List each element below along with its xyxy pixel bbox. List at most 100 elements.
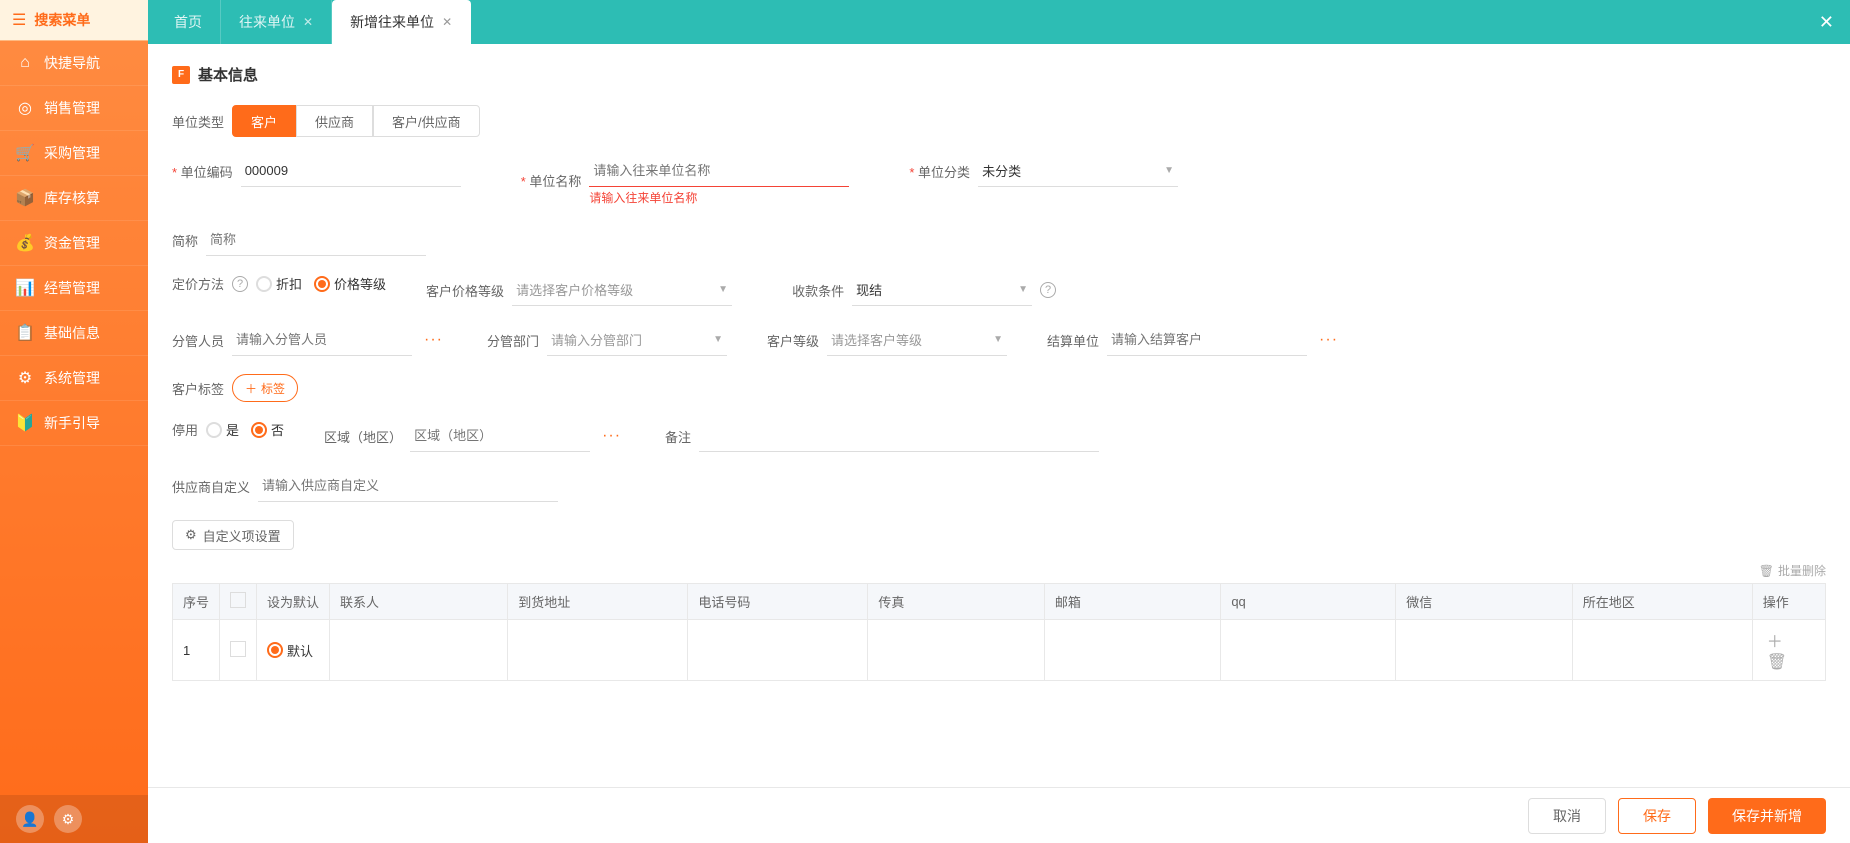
sidebar-search-label: 搜索菜单 (34, 10, 90, 30)
window-close-icon[interactable]: ✕ (1811, 12, 1842, 33)
cell-wechat[interactable] (1396, 620, 1572, 681)
phone-input[interactable] (698, 643, 857, 658)
add-tag-icon: ＋ (245, 380, 257, 397)
custom-settings-button[interactable]: ⚙ 自定义项设置 (172, 520, 294, 550)
inventory-icon: 📦 (16, 189, 34, 207)
cell-address[interactable] (508, 620, 688, 681)
save-new-button[interactable]: 保存并新增 (1708, 798, 1826, 834)
cancel-button[interactable]: 取消 (1528, 798, 1606, 834)
batch-delete-area[interactable]: 🗑 批量删除 (172, 562, 1826, 579)
manager-group: 分管人员 ··· (172, 324, 447, 356)
sidebar-item-label: 新手引导 (44, 413, 100, 433)
radio-discount[interactable]: 折扣 (256, 274, 302, 293)
qq-input[interactable] (1231, 643, 1385, 658)
email-input[interactable] (1055, 643, 1210, 658)
pricing-radio-group: 折扣 价格等级 (256, 274, 386, 293)
region-cell-input[interactable] (1583, 643, 1742, 658)
delete-row-button[interactable]: 🗑 (1763, 652, 1791, 672)
pricing-help-icon[interactable]: ? (232, 276, 248, 292)
sidebar-item-purchase[interactable]: 🛒 采购管理 (0, 131, 148, 176)
tab-new-partner-close[interactable]: ✕ (442, 15, 452, 29)
payment-value: 现结 (856, 280, 882, 299)
radio-price-level[interactable]: 价格等级 (314, 274, 386, 293)
dept-select[interactable]: 请输入分管部门 ▼ (547, 324, 727, 356)
sidebar-item-guide[interactable]: 🔰 新手引导 (0, 401, 148, 446)
radio-price-level-dot (314, 276, 330, 292)
default-radio[interactable]: 默认 (267, 641, 319, 660)
save-button[interactable]: 保存 (1618, 798, 1696, 834)
fax-input[interactable] (878, 643, 1033, 658)
col-checkbox-all[interactable] (220, 584, 257, 620)
sidebar-item-operations[interactable]: 📊 经营管理 (0, 266, 148, 311)
cell-qq[interactable] (1221, 620, 1396, 681)
radio-yes[interactable]: 是 (206, 420, 239, 439)
sidebar-item-system[interactable]: ⚙ 系统管理 (0, 356, 148, 401)
row-checkbox[interactable] (230, 641, 246, 657)
tab-home[interactable]: 首页 (156, 0, 221, 44)
tab-partners[interactable]: 往来单位 ✕ (221, 0, 332, 44)
checkbox-all[interactable] (230, 592, 246, 608)
sidebar-item-basic-info[interactable]: 📋 基础信息 (0, 311, 148, 356)
customer-price-placeholder: 请选择客户价格等级 (516, 280, 633, 299)
unit-category-select[interactable]: 未分类 ▼ (978, 155, 1178, 187)
settlement-input[interactable] (1107, 324, 1307, 356)
type-btn-supplier[interactable]: 供应商 (296, 105, 373, 137)
unit-name-wrapper: 请输入往来单位名称 (589, 155, 849, 206)
settlement-more-icon[interactable]: ··· (1315, 331, 1342, 349)
disable-radio-group: 是 否 (206, 420, 284, 439)
wechat-input[interactable] (1406, 643, 1561, 658)
contact-input[interactable] (340, 643, 497, 658)
cell-email[interactable] (1044, 620, 1220, 681)
address-input[interactable] (518, 643, 677, 658)
sidebar-avatar[interactable]: 👤 (16, 805, 44, 833)
unit-code-input[interactable] (241, 155, 461, 187)
unit-info-row: 单位编码 单位名称 请输入往来单位名称 单位分类 未分类 ▼ (172, 155, 1826, 206)
unit-name-input[interactable] (589, 155, 849, 187)
sidebar-item-finance[interactable]: 💰 资金管理 (0, 221, 148, 266)
supplier-custom-input[interactable] (258, 470, 558, 502)
add-tag-button[interactable]: ＋ 标签 (232, 374, 298, 402)
radio-no[interactable]: 否 (251, 420, 284, 439)
cell-fax[interactable] (868, 620, 1044, 681)
sidebar-search[interactable]: ☰ 搜索菜单 (0, 0, 148, 41)
contacts-table-wrapper: 序号 设为默认 联系人 到货地址 电话号码 传真 邮箱 qq 微信 所在地区 操… (172, 583, 1826, 681)
manager-label: 分管人员 (172, 331, 224, 350)
payment-help-icon[interactable]: ? (1040, 282, 1056, 298)
remark-group: 备注 (665, 420, 1099, 452)
add-row-button[interactable]: ＋ (1763, 628, 1787, 652)
cell-phone[interactable] (688, 620, 868, 681)
cell-checkbox[interactable] (220, 620, 257, 681)
basic-info-icon: 📋 (16, 324, 34, 342)
tab-partners-close[interactable]: ✕ (303, 15, 313, 29)
section-title: F 基本信息 (172, 64, 1826, 85)
customer-price-select[interactable]: 请选择客户价格等级 ▼ (512, 274, 732, 306)
sidebar-settings-icon[interactable]: ⚙ (54, 805, 82, 833)
dept-group: 分管部门 请输入分管部门 ▼ (487, 324, 727, 356)
region-input[interactable] (410, 420, 590, 452)
cell-region[interactable] (1572, 620, 1752, 681)
manager-more-icon[interactable]: ··· (420, 331, 447, 349)
dept-label: 分管部门 (487, 331, 539, 350)
tag-label: 客户标签 (172, 379, 224, 398)
type-btn-customer[interactable]: 客户 (232, 105, 296, 137)
tab-new-partner[interactable]: 新增往来单位 ✕ (332, 0, 471, 44)
system-icon: ⚙ (16, 369, 34, 387)
manager-input[interactable] (232, 324, 412, 356)
unit-name-label: 单位名称 (521, 171, 582, 190)
customer-level-label: 客户等级 (767, 331, 819, 350)
type-btn-both[interactable]: 客户/供应商 (373, 105, 480, 137)
sidebar-item-inventory[interactable]: 📦 库存核算 (0, 176, 148, 221)
sidebar-item-sales[interactable]: ◎ 销售管理 (0, 86, 148, 131)
unit-name-group: 单位名称 请输入往来单位名称 (521, 155, 850, 206)
col-qq: qq (1221, 584, 1396, 620)
region-more-icon[interactable]: ··· (598, 427, 625, 445)
add-tag-label: 标签 (261, 380, 285, 397)
customer-level-select[interactable]: 请选择客户等级 ▼ (827, 324, 1007, 356)
cell-contact[interactable] (330, 620, 508, 681)
customer-price-label: 客户价格等级 (426, 281, 504, 300)
abbr-input[interactable] (206, 224, 426, 256)
remark-input[interactable] (699, 420, 1099, 452)
sidebar-item-quick-nav[interactable]: ⌂ 快捷导航 (0, 41, 148, 86)
payment-select[interactable]: 现结 ▼ (852, 274, 1032, 306)
disable-row: 停用 是 否 区域（地区） ··· 备注 (172, 420, 1826, 452)
